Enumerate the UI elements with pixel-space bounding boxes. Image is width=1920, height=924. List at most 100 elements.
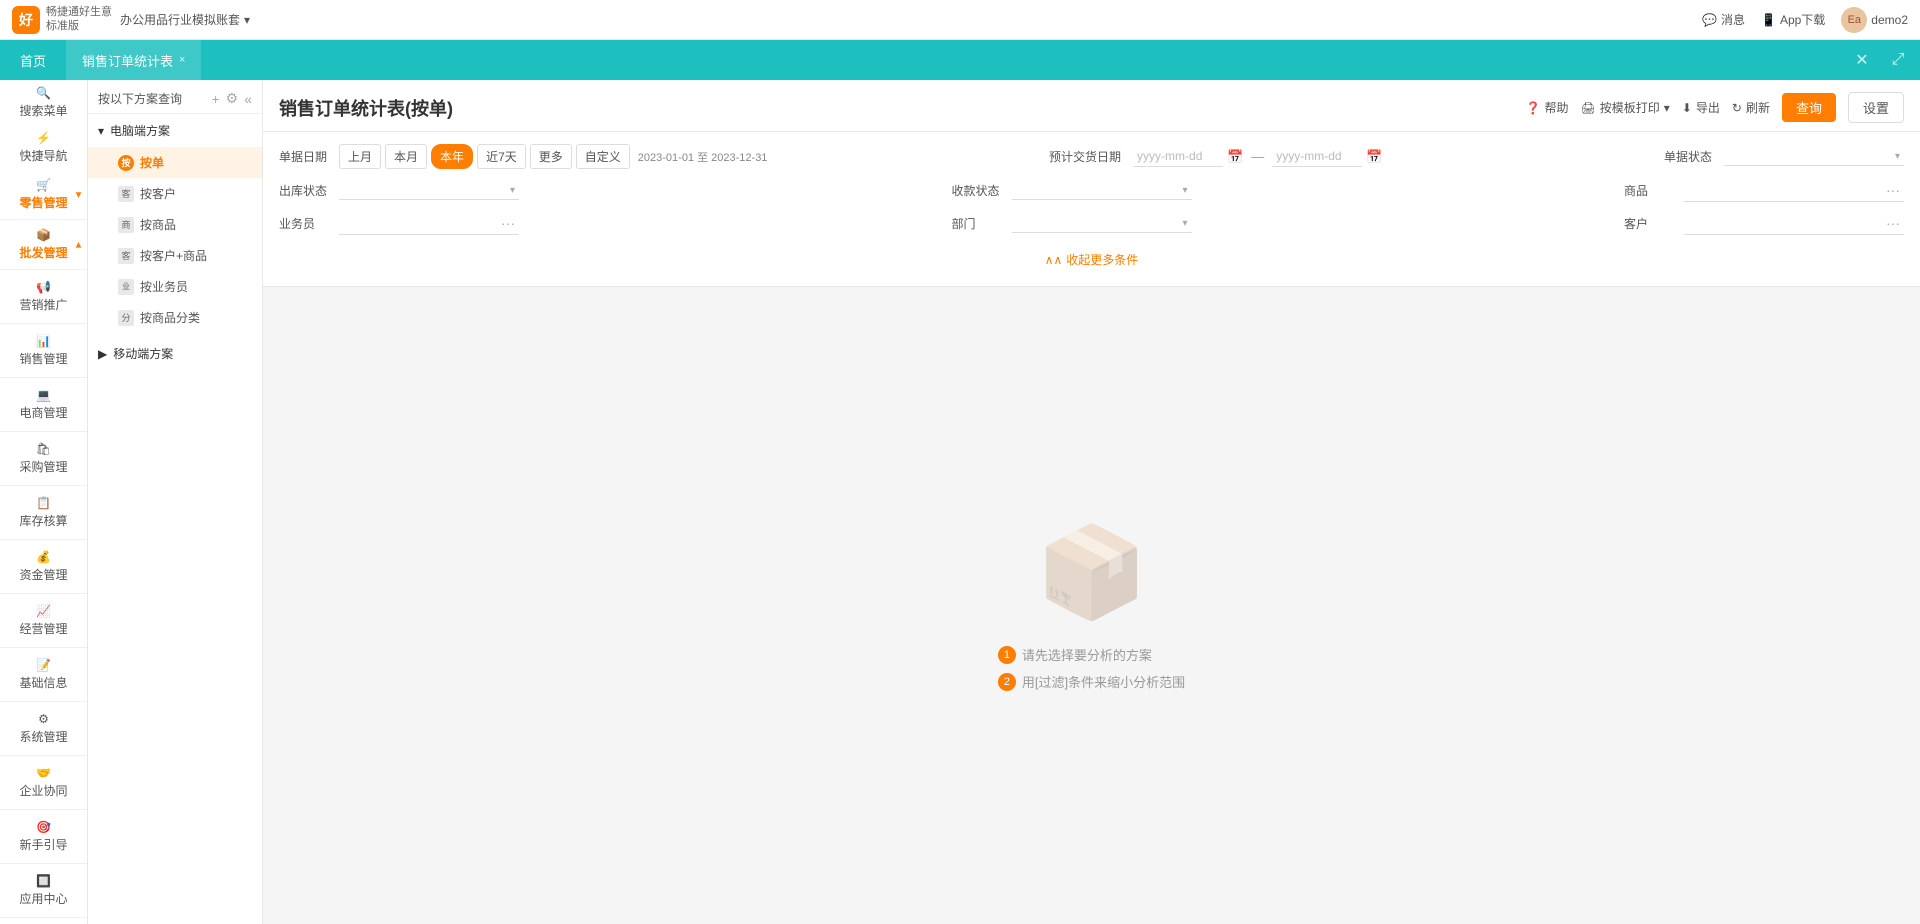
help-button[interactable]: ❓ 帮助 bbox=[1526, 99, 1569, 116]
management-icon: 📈 bbox=[36, 604, 51, 618]
scheme-item-by-customer[interactable]: 客 按客户 bbox=[88, 178, 262, 209]
date-label: 单据日期 bbox=[279, 148, 327, 165]
export-button[interactable]: ⬇ 导出 bbox=[1682, 99, 1720, 116]
scheme-item-by-salesperson[interactable]: 业 按业务员 bbox=[88, 271, 262, 302]
ship-status-select[interactable]: ▾ bbox=[339, 182, 519, 200]
date-btn-more[interactable]: 更多 bbox=[530, 144, 572, 169]
avatar: Ea bbox=[1841, 7, 1867, 33]
sidebar-item-basic-info[interactable]: 📝 基础信息 bbox=[0, 648, 87, 702]
top-bar-left: 好 畅捷通好生意 标准版 办公用品行业模拟账套 ▾ bbox=[12, 6, 250, 34]
expected-date-start[interactable] bbox=[1133, 146, 1223, 167]
marketing-icon: 📢 bbox=[36, 280, 51, 294]
sidebar-item-quicknav[interactable]: ⚡ 快捷导航 bbox=[0, 125, 87, 170]
message-button[interactable]: 💬 消息 bbox=[1702, 11, 1745, 28]
logo-area: 好 畅捷通好生意 标准版 bbox=[12, 6, 112, 34]
sidebar-item-ecommerce[interactable]: 💻 电商管理 bbox=[0, 378, 87, 432]
add-scheme-button[interactable]: + bbox=[211, 91, 219, 107]
date-btn-this-year[interactable]: 本年 bbox=[431, 144, 473, 169]
help-icon: ❓ bbox=[1526, 101, 1541, 115]
sidebar-item-guide[interactable]: 🎯 新手引导 bbox=[0, 810, 87, 864]
sidebar-item-finance[interactable]: 💰 资金管理 bbox=[0, 540, 87, 594]
tab-close-icon[interactable]: × bbox=[179, 54, 185, 66]
doc-status-select[interactable]: ▾ bbox=[1724, 148, 1904, 166]
system-icon: ⚙ bbox=[38, 712, 49, 726]
empty-tips: 1 请先选择要分析的方案 2 用[过滤]条件来缩小分析范围 bbox=[998, 645, 1185, 691]
user-area[interactable]: Ea demo2 bbox=[1841, 7, 1908, 33]
sidebar-item-system[interactable]: ⚙ 系统管理 bbox=[0, 702, 87, 756]
pay-status-select[interactable]: ▾ bbox=[1012, 182, 1192, 200]
customer-dots[interactable]: ··· bbox=[1886, 215, 1900, 231]
template-print-button[interactable]: 🖨 按模板打印 ▾ bbox=[1581, 99, 1670, 116]
tab-sales-order-stats[interactable]: 销售订单统计表 × bbox=[66, 40, 201, 80]
customer-label: 客户 bbox=[1624, 215, 1672, 232]
sidebar-item-enterprise[interactable]: 🤝 企业协同 bbox=[0, 756, 87, 810]
collapse-panel-button[interactable]: « bbox=[244, 91, 252, 107]
basic-info-icon: 📝 bbox=[36, 658, 51, 672]
window-close-button[interactable]: ✕ bbox=[1848, 46, 1876, 74]
sidebar-item-search[interactable]: 🔍 搜索菜单 bbox=[0, 80, 87, 125]
tip-num-1: 1 bbox=[998, 646, 1016, 664]
settings-button[interactable]: 设置 bbox=[1848, 92, 1904, 123]
sidebar-item-retail[interactable]: 🛒 零售管理 ▾ bbox=[0, 170, 87, 220]
sidebar-item-appcenter[interactable]: 🔲 应用中心 bbox=[0, 864, 87, 918]
mobile-scheme-group-header[interactable]: ▶ 移动端方案 bbox=[88, 337, 262, 370]
logo-text: 畅捷通好生意 标准版 bbox=[46, 6, 112, 32]
guide-icon: 🎯 bbox=[36, 820, 51, 834]
chevron-down-icon: ▾ bbox=[1664, 101, 1670, 115]
empty-tip-1: 1 请先选择要分析的方案 bbox=[998, 645, 1185, 664]
query-button[interactable]: 查询 bbox=[1782, 93, 1836, 122]
tab-bar: 首页 销售订单统计表 × ✕ ⤢ bbox=[0, 40, 1920, 80]
customer-select[interactable]: ··· bbox=[1684, 212, 1904, 235]
date-btn-last-month[interactable]: 上月 bbox=[339, 144, 381, 169]
filter-area: 单据日期 上月 本月 本年 近7天 更多 自定义 2023-01-01 至 20… bbox=[263, 132, 1920, 287]
date-btn-this-month[interactable]: 本月 bbox=[385, 144, 427, 169]
sidebar-item-sales[interactable]: 📊 销售管理 bbox=[0, 324, 87, 378]
refresh-icon: ↻ bbox=[1732, 101, 1742, 115]
main-layout: 🔍 搜索菜单 ⚡ 快捷导航 🛒 零售管理 ▾ 📦 批发管理 ▴ 📢 营销推广 📊… bbox=[0, 80, 1920, 924]
filter-row-2: 出库状态 ▾ 收款状态 ▾ 商品 ··· bbox=[279, 179, 1904, 202]
tab-bar-actions: ✕ ⤢ bbox=[1848, 46, 1920, 74]
dept-label: 部门 bbox=[952, 215, 1000, 232]
company-selector[interactable]: 办公用品行业模拟账套 ▾ bbox=[120, 11, 250, 28]
sidebar-item-inventory[interactable]: 📋 库存核算 bbox=[0, 486, 87, 540]
sidebar-item-wholesale[interactable]: 📦 批发管理 ▴ bbox=[0, 220, 87, 270]
scheme-item-by-category[interactable]: 分 按商品分类 bbox=[88, 302, 262, 333]
expected-date-group: 📅 — 📅 bbox=[1133, 146, 1382, 167]
sidebar-item-marketing[interactable]: 📢 营销推广 bbox=[0, 270, 87, 324]
date-btn-7days[interactable]: 近7天 bbox=[477, 144, 526, 169]
left-panel-header: 按以下方案查询 + ⚙ « bbox=[88, 80, 262, 114]
page-header: 销售订单统计表(按单) ❓ 帮助 🖨 按模板打印 ▾ ⬇ 导出 bbox=[263, 80, 1920, 132]
sidebar-item-wechat[interactable]: 💬 企业微信 bbox=[0, 918, 87, 924]
app-download-button[interactable]: 📱 App下载 bbox=[1761, 11, 1825, 28]
filter-row-3: 业务员 ··· 部门 ▾ 客户 ··· bbox=[279, 212, 1904, 235]
empty-tip-2: 2 用[过滤]条件来缩小分析范围 bbox=[998, 672, 1185, 691]
goods-dots[interactable]: ··· bbox=[1886, 182, 1900, 198]
window-maximize-button[interactable]: ⤢ bbox=[1884, 46, 1912, 74]
sidebar-item-purchase[interactable]: 🛍 采购管理 bbox=[0, 432, 87, 486]
refresh-button[interactable]: ↻ 刷新 bbox=[1732, 99, 1770, 116]
scheme-icon-circle: 按 bbox=[118, 155, 134, 171]
salesperson-dots[interactable]: ··· bbox=[501, 215, 515, 231]
sidebar-item-management[interactable]: 📈 经营管理 bbox=[0, 594, 87, 648]
settings-scheme-button[interactable]: ⚙ bbox=[226, 90, 239, 107]
goods-select[interactable]: ··· bbox=[1684, 179, 1904, 202]
scheme-item-by-order[interactable]: 按 按单 bbox=[88, 147, 262, 178]
calendar-icon-start[interactable]: 📅 bbox=[1227, 149, 1243, 165]
scheme-item-by-customer-goods[interactable]: 客 按客户+商品 bbox=[88, 240, 262, 271]
dept-select[interactable]: ▾ bbox=[1012, 215, 1192, 233]
sales-icon: 📊 bbox=[36, 334, 51, 348]
phone-icon: 📱 bbox=[1761, 13, 1776, 27]
salesperson-label: 业务员 bbox=[279, 215, 327, 232]
collapse-bar[interactable]: ∧∧ 收起更多条件 bbox=[279, 245, 1904, 274]
filter-row-1: 单据日期 上月 本月 本年 近7天 更多 自定义 2023-01-01 至 20… bbox=[279, 144, 1904, 169]
salesperson-select[interactable]: ··· bbox=[339, 212, 519, 235]
expected-date-end[interactable] bbox=[1272, 146, 1362, 167]
pc-scheme-group-header[interactable]: ▾ 电脑端方案 bbox=[88, 114, 262, 147]
calendar-icon-end[interactable]: 📅 bbox=[1366, 149, 1382, 165]
tab-home[interactable]: 首页 bbox=[0, 40, 66, 80]
finance-icon: 💰 bbox=[36, 550, 51, 564]
ship-status-label: 出库状态 bbox=[279, 182, 327, 199]
scheme-item-by-goods[interactable]: 商 按商品 bbox=[88, 209, 262, 240]
collapse-icon: ∧∧ bbox=[1045, 253, 1063, 267]
date-btn-custom[interactable]: 自定义 bbox=[576, 144, 630, 169]
